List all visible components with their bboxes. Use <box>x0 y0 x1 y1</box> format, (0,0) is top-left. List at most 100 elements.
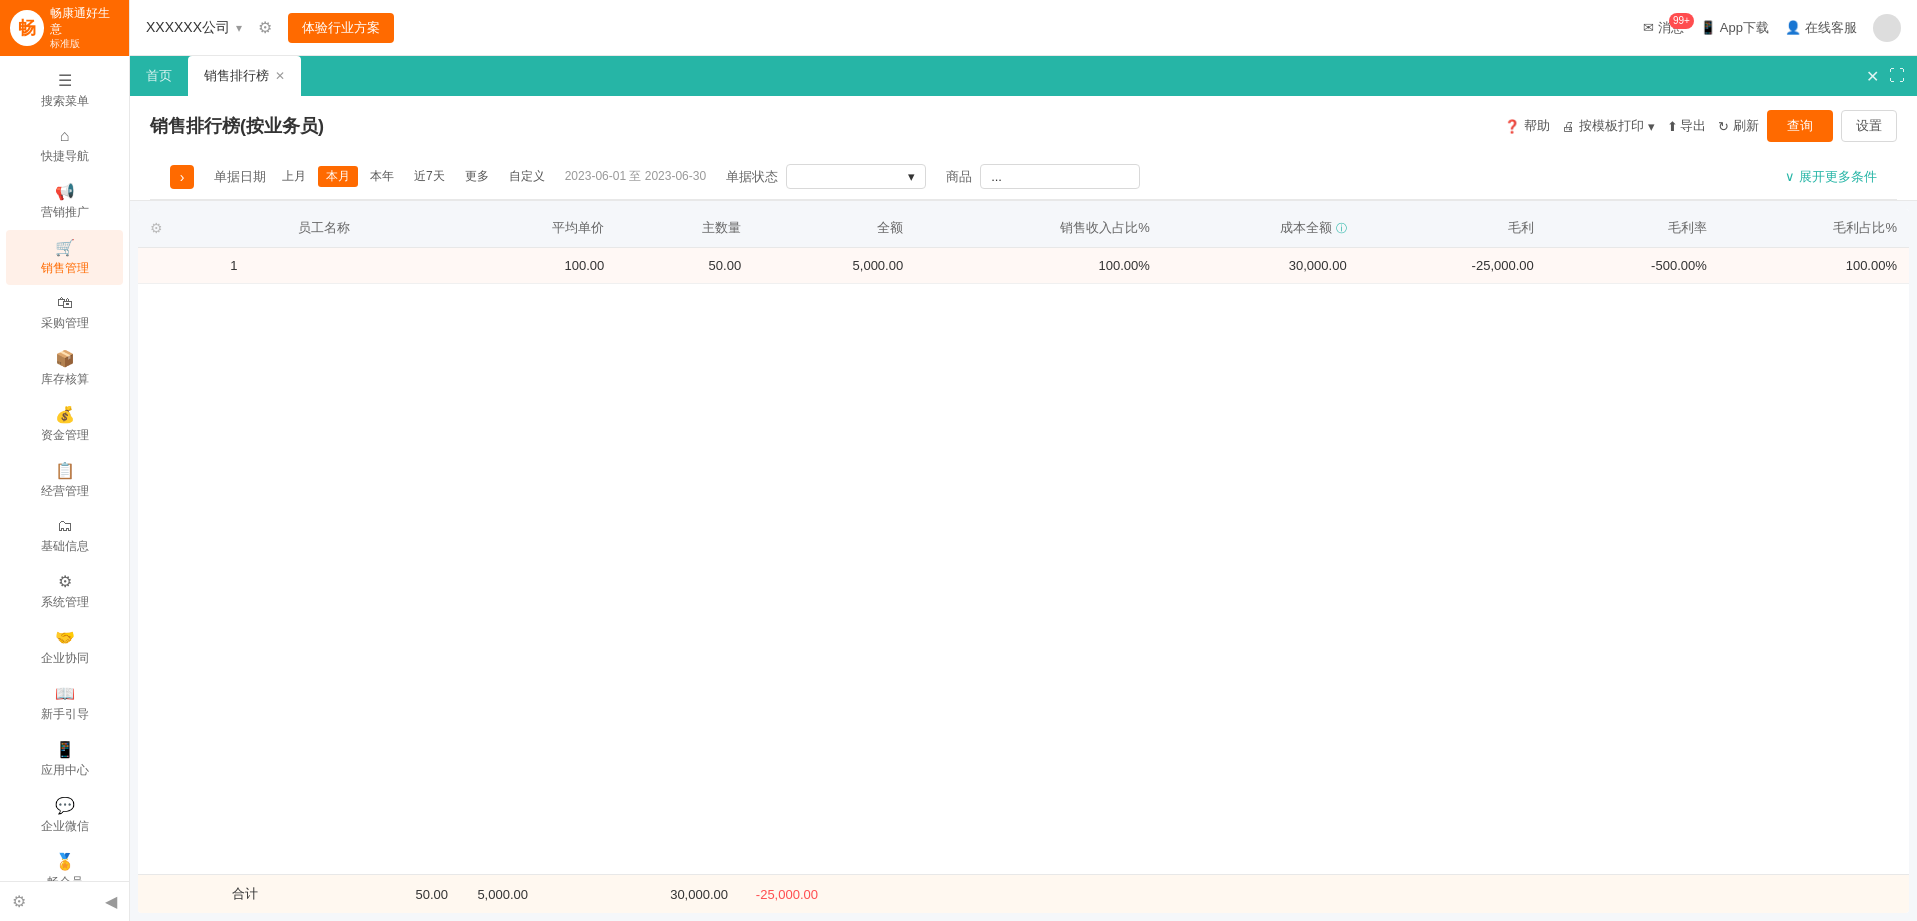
table-footer: 合计 50.00 5,000.00 30,000.00 -25,000.00 <box>138 874 1909 913</box>
help-button[interactable]: ❓ 帮助 <box>1504 117 1550 135</box>
sidebar-item-label: 畅会员 <box>47 874 83 881</box>
sidebar-item-search[interactable]: ☰ 搜索菜单 <box>6 63 123 118</box>
sidebar-item-apps[interactable]: 📱 应用中心 <box>6 732 123 787</box>
cell-name <box>286 248 451 284</box>
expand-filters-button[interactable]: ∨ 展开更多条件 <box>1785 168 1877 186</box>
message-badge: 99+ <box>1669 13 1694 29</box>
col-gross-pct: 毛利占比% <box>1719 209 1909 248</box>
guide-icon: 📖 <box>55 684 75 703</box>
cell-amount: 5,000.00 <box>753 248 915 284</box>
collapse-icon[interactable]: ◀ <box>105 892 117 911</box>
print-button[interactable]: 🖨 按模板打印 ▾ <box>1562 117 1655 135</box>
apps-icon: 📱 <box>55 740 75 759</box>
col-rank <box>218 209 286 248</box>
table-container: ⚙ 员工名称 平均单价 主数量 全额 销售收入占比% 成本全额 ⓘ 毛利 毛利率… <box>138 209 1909 913</box>
tab-home[interactable]: 首页 <box>130 56 188 96</box>
avatar[interactable] <box>1873 14 1901 42</box>
date-range-display: 2023-06-01 至 2023-06-30 <box>565 168 706 185</box>
refresh-icon: ↻ <box>1718 119 1729 134</box>
header-right: ✉ 消息 99+ 📱 App下载 👤 在线客服 <box>1643 14 1901 42</box>
data-table: ⚙ 员工名称 平均单价 主数量 全额 销售收入占比% 成本全额 ⓘ 毛利 毛利率… <box>138 209 1909 284</box>
sidebar-item-label: 基础信息 <box>41 538 89 555</box>
sidebar: 畅 畅康通好生意 标准版 ☰ 搜索菜单⌂ 快捷导航📢 营销推广🛒 销售管理🛍 采… <box>0 0 130 921</box>
col-gross: 毛利 <box>1359 209 1546 248</box>
sidebar-item-finance[interactable]: 💰 资金管理 <box>6 397 123 452</box>
goods-label: 商品 <box>946 168 972 186</box>
sidebar-item-label: 企业协同 <box>41 650 89 667</box>
app-download-button[interactable]: 📱 App下载 <box>1700 19 1769 37</box>
basic-icon: 🗂 <box>57 517 73 535</box>
close-window-icon[interactable]: ✕ <box>1866 67 1879 86</box>
message-button[interactable]: ✉ 消息 99+ <box>1643 19 1684 37</box>
sidebar-item-label: 搜索菜单 <box>41 93 89 110</box>
date-tab-last-month[interactable]: 上月 <box>274 166 314 187</box>
table-settings-icon[interactable]: ⚙ <box>150 220 163 236</box>
date-label: 单据日期 <box>214 168 266 186</box>
date-tab-custom[interactable]: 自定义 <box>501 166 553 187</box>
logo-icon: 畅 <box>10 10 44 46</box>
cell-cost: 30,000.00 <box>1162 248 1359 284</box>
sidebar-item-quicknav[interactable]: ⌂ 快捷导航 <box>6 119 123 173</box>
goods-input[interactable]: ... <box>980 164 1140 189</box>
help-icon: ❓ <box>1504 119 1520 134</box>
operations-icon: 📋 <box>55 461 75 480</box>
sidebar-logo: 畅 畅康通好生意 标准版 <box>0 0 129 56</box>
sidebar-item-sales[interactable]: 🛒 销售管理 <box>6 230 123 285</box>
expand-icon: ∨ <box>1785 169 1795 184</box>
sales-icon: 🛒 <box>55 238 75 257</box>
sidebar-item-wechat[interactable]: 💬 企业微信 <box>6 788 123 843</box>
company-selector[interactable]: XXXXXX公司 ▾ <box>146 19 242 37</box>
footer-gross: -25,000.00 <box>740 887 830 902</box>
refresh-button[interactable]: ↻ 刷新 <box>1718 117 1759 135</box>
settings-icon[interactable]: ⚙ <box>12 892 26 911</box>
filter-collapse-button[interactable]: › <box>170 165 194 189</box>
sidebar-item-system[interactable]: ⚙ 系统管理 <box>6 564 123 619</box>
tab-sales-rank[interactable]: 销售排行榜 ✕ <box>188 56 301 96</box>
page-title-row: 销售排行榜(按业务员) ❓ 帮助 🖨 按模板打印 ▾ ⬆ <box>150 110 1897 142</box>
sales-rank-tab-label: 销售排行榜 <box>204 67 269 85</box>
col-avg-price: 平均单价 <box>451 209 616 248</box>
date-filter-group: 单据日期 上月 本月 本年 近7天 更多 自定义 2023-06-01 至 20… <box>214 166 706 187</box>
footer-label: 合计 <box>220 885 300 903</box>
marketing-icon: 📢 <box>55 182 75 201</box>
table-row: 1 100.00 50.00 5,000.00 100.00% 30,000.0… <box>138 248 1909 284</box>
sidebar-item-label: 营销推广 <box>41 204 89 221</box>
table-head: ⚙ 员工名称 平均单价 主数量 全额 销售收入占比% 成本全额 ⓘ 毛利 毛利率… <box>138 209 1909 248</box>
print-icon: 🖨 <box>1562 119 1575 134</box>
sidebar-item-purchase[interactable]: 🛍 采购管理 <box>6 286 123 340</box>
collab-icon: 🤝 <box>55 628 75 647</box>
online-service-button[interactable]: 👤 在线客服 <box>1785 19 1857 37</box>
sidebar-item-collab[interactable]: 🤝 企业协同 <box>6 620 123 675</box>
date-tab-this-month[interactable]: 本月 <box>318 166 358 187</box>
sidebar-item-marketing[interactable]: 📢 营销推广 <box>6 174 123 229</box>
status-select[interactable]: ▾ <box>786 164 926 189</box>
sidebar-item-basic[interactable]: 🗂 基础信息 <box>6 509 123 563</box>
sidebar-item-guide[interactable]: 📖 新手引导 <box>6 676 123 731</box>
status-chevron-icon: ▾ <box>908 169 915 184</box>
status-filter-group: 单据状态 ▾ <box>726 164 926 189</box>
query-button[interactable]: 查询 <box>1767 110 1833 142</box>
close-tab-icon[interactable]: ✕ <box>275 69 285 83</box>
sidebar-item-label: 销售管理 <box>41 260 89 277</box>
phone-icon: 📱 <box>1700 20 1716 35</box>
settings-button[interactable]: 设置 <box>1841 110 1897 142</box>
page-header: 销售排行榜(按业务员) ❓ 帮助 🖨 按模板打印 ▾ ⬆ <box>130 96 1917 201</box>
export-icon: ⬆ <box>1667 119 1678 134</box>
sidebar-item-member[interactable]: 🏅 畅会员 <box>6 844 123 881</box>
home-tab-label: 首页 <box>146 67 172 85</box>
status-label: 单据状态 <box>726 168 778 186</box>
sidebar-item-operations[interactable]: 📋 经营管理 <box>6 453 123 508</box>
maximize-icon[interactable]: ⛶ <box>1889 67 1905 85</box>
sidebar-bottom: ⚙ ◀ <box>0 881 129 921</box>
sidebar-item-label: 资金管理 <box>41 427 89 444</box>
filter-bar: › 单据日期 上月 本月 本年 近7天 更多 自定义 2023-06-01 至 … <box>150 154 1897 200</box>
try-industry-button[interactable]: 体验行业方案 <box>288 13 394 43</box>
date-tab-7days[interactable]: 近7天 <box>406 166 453 187</box>
gear-icon[interactable]: ⚙ <box>258 18 272 37</box>
export-button[interactable]: ⬆ 导出 <box>1667 117 1706 135</box>
sidebar-item-label: 快捷导航 <box>41 148 89 165</box>
sidebar-item-inventory[interactable]: 📦 库存核算 <box>6 341 123 396</box>
date-tab-this-year[interactable]: 本年 <box>362 166 402 187</box>
table-body: 1 100.00 50.00 5,000.00 100.00% 30,000.0… <box>138 248 1909 284</box>
date-tab-more[interactable]: 更多 <box>457 166 497 187</box>
